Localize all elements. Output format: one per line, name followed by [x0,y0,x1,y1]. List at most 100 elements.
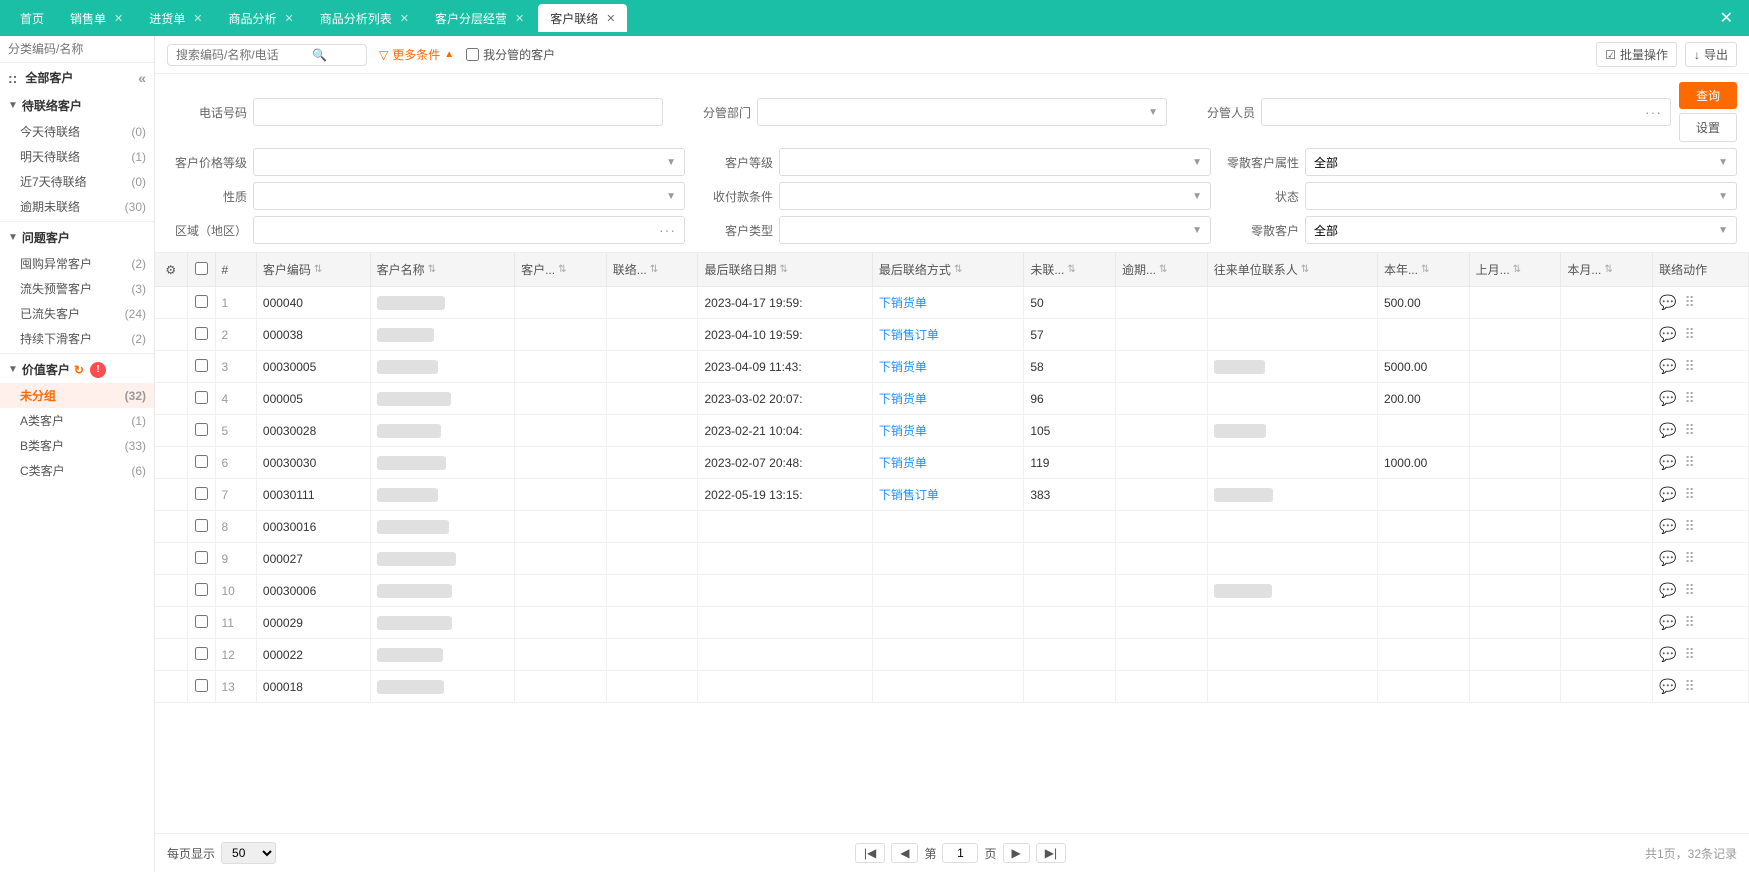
sidebar-item-churned[interactable]: 已流失客户 (24) [0,301,154,326]
phone-input[interactable] [253,98,663,126]
tab-sales-close[interactable]: ✕ [114,12,123,25]
tab-goods-analysis[interactable]: 商品分析 ✕ [216,4,305,32]
row-checkbox[interactable] [195,423,208,436]
cell-checkbox[interactable] [187,511,215,543]
sidebar-item-tomorrow-pending[interactable]: 明天待联络 (1) [0,144,154,169]
page-size-select[interactable]: 50 20 100 [221,842,276,864]
message-icon[interactable]: 💬 [1659,294,1676,311]
message-icon[interactable]: 💬 [1659,614,1676,631]
grid-action-icon[interactable]: ⠿ [1685,486,1695,503]
contact-type-link[interactable]: 下销售订单 [879,328,939,342]
sidebar-item-today-pending[interactable]: 今天待联络 (0) [0,119,154,144]
sidebar-item-7days-pending[interactable]: 近7天待联络 (0) [0,169,154,194]
contact-type-link[interactable]: 下销货单 [879,456,927,470]
th-unit-contact[interactable]: 往来单位联系人⇅ [1207,253,1377,287]
th-this-year[interactable]: 本年...⇅ [1377,253,1469,287]
retail-attr-select[interactable]: 全部 ▼ [1305,148,1737,176]
row-checkbox[interactable] [195,455,208,468]
refresh-icon[interactable]: ↻ [74,363,84,377]
tab-goods-analysis-list-close[interactable]: ✕ [400,12,409,25]
prev-page-button[interactable]: ◀ [891,843,918,863]
grid-action-icon[interactable]: ⠿ [1685,582,1695,599]
tab-goods-analysis-close[interactable]: ✕ [285,12,294,25]
grid-action-icon[interactable]: ⠿ [1685,646,1695,663]
row-checkbox[interactable] [195,487,208,500]
grid-action-icon[interactable]: ⠿ [1685,358,1695,375]
th-checkbox[interactable] [187,253,215,287]
row-checkbox[interactable] [195,327,208,340]
grid-action-icon[interactable]: ⠿ [1685,422,1695,439]
contact-type-link[interactable]: 下销货单 [879,392,927,406]
row-checkbox[interactable] [195,679,208,692]
row-checkbox[interactable] [195,615,208,628]
batch-operation-button[interactable]: ☑ 批量操作 [1596,42,1677,67]
more-filters-button[interactable]: ▽ 更多条件 ▲ [379,46,454,63]
row-checkbox[interactable] [195,583,208,596]
grid-action-icon[interactable]: ⠿ [1685,326,1695,343]
retail-cust-select[interactable]: 全部 ▼ [1305,216,1737,244]
status-select[interactable]: ▼ [1305,182,1737,210]
cell-checkbox[interactable] [187,287,215,319]
th-overdue[interactable]: 逾期...⇅ [1116,253,1208,287]
pending-contact-group[interactable]: ▼ 待联络客户 [0,92,154,119]
close-all-button[interactable]: ✕ [1712,8,1741,28]
cell-checkbox[interactable] [187,639,215,671]
th-contact[interactable]: 联络...⇅ [606,253,698,287]
tab-customer-contact[interactable]: 客户联络 ✕ [538,4,627,32]
settings-icon[interactable]: ⚙ [165,263,176,277]
sidebar-item-unclassified[interactable]: 未分组 (32) [0,383,154,408]
grid-action-icon[interactable]: ⠿ [1685,294,1695,311]
cell-checkbox[interactable] [187,383,215,415]
dept-select[interactable]: ▼ [757,98,1167,126]
grid-action-icon[interactable]: ⠿ [1685,550,1695,567]
message-icon[interactable]: 💬 [1659,422,1676,439]
sidebar-item-hoarding-abnormal[interactable]: 囤购异常客户 (2) [0,251,154,276]
grid-action-icon[interactable]: ⠿ [1685,518,1695,535]
grid-action-icon[interactable]: ⠿ [1685,390,1695,407]
sidebar-item-class-c[interactable]: C类客户 (6) [0,458,154,483]
message-icon[interactable]: 💬 [1659,454,1676,471]
sidebar-item-declining[interactable]: 持续下滑客户 (2) [0,326,154,351]
cell-checkbox[interactable] [187,319,215,351]
th-this-month[interactable]: 本月...⇅ [1561,253,1653,287]
manager-select[interactable]: ··· [1261,98,1671,126]
sidebar-item-class-b[interactable]: B类客户 (33) [0,433,154,458]
region-select[interactable]: ··· [253,216,685,244]
tab-goods-analysis-list[interactable]: 商品分析列表 ✕ [308,4,421,32]
price-grade-select[interactable]: ▼ [253,148,685,176]
main-search-input[interactable] [176,48,306,62]
search-icon[interactable]: 🔍 [312,48,327,62]
nature-select[interactable]: ▼ [253,182,685,210]
cust-type-select[interactable]: ▼ [779,216,1211,244]
message-icon[interactable]: 💬 [1659,646,1676,663]
tab-purchase[interactable]: 进货单 ✕ [137,4,214,32]
sidebar-item-churn-warning[interactable]: 流失预警客户 (3) [0,276,154,301]
message-icon[interactable]: 💬 [1659,518,1676,535]
cell-checkbox[interactable] [187,351,215,383]
th-type[interactable]: 客户...⇅ [515,253,607,287]
th-not-contacted[interactable]: 未联...⇅ [1024,253,1116,287]
contact-type-link[interactable]: 下销货单 [879,424,927,438]
tab-customer-tier[interactable]: 客户分层经营 ✕ [423,4,536,32]
cell-checkbox[interactable] [187,607,215,639]
cell-checkbox[interactable] [187,671,215,703]
th-last-contact-type[interactable]: 最后联络方式⇅ [872,253,1023,287]
row-checkbox[interactable] [195,647,208,660]
row-checkbox[interactable] [195,295,208,308]
message-icon[interactable]: 💬 [1659,550,1676,567]
cell-checkbox[interactable] [187,479,215,511]
cell-checkbox[interactable] [187,543,215,575]
contact-type-link[interactable]: 下销货单 [879,360,927,374]
contact-type-link[interactable]: 下销售订单 [879,488,939,502]
message-icon[interactable]: 💬 [1659,390,1676,407]
my-customers-check[interactable] [466,48,479,61]
row-checkbox[interactable] [195,359,208,372]
row-checkbox[interactable] [195,391,208,404]
query-button[interactable]: 查询 [1679,82,1737,109]
message-icon[interactable]: 💬 [1659,582,1676,599]
search-box[interactable]: 🔍 [167,44,367,66]
contact-type-link[interactable]: 下销货单 [879,296,927,310]
next-page-button[interactable]: ▶ [1003,843,1030,863]
cell-checkbox[interactable] [187,415,215,447]
all-customers-header[interactable]: :: 全部客户 « [0,63,154,92]
